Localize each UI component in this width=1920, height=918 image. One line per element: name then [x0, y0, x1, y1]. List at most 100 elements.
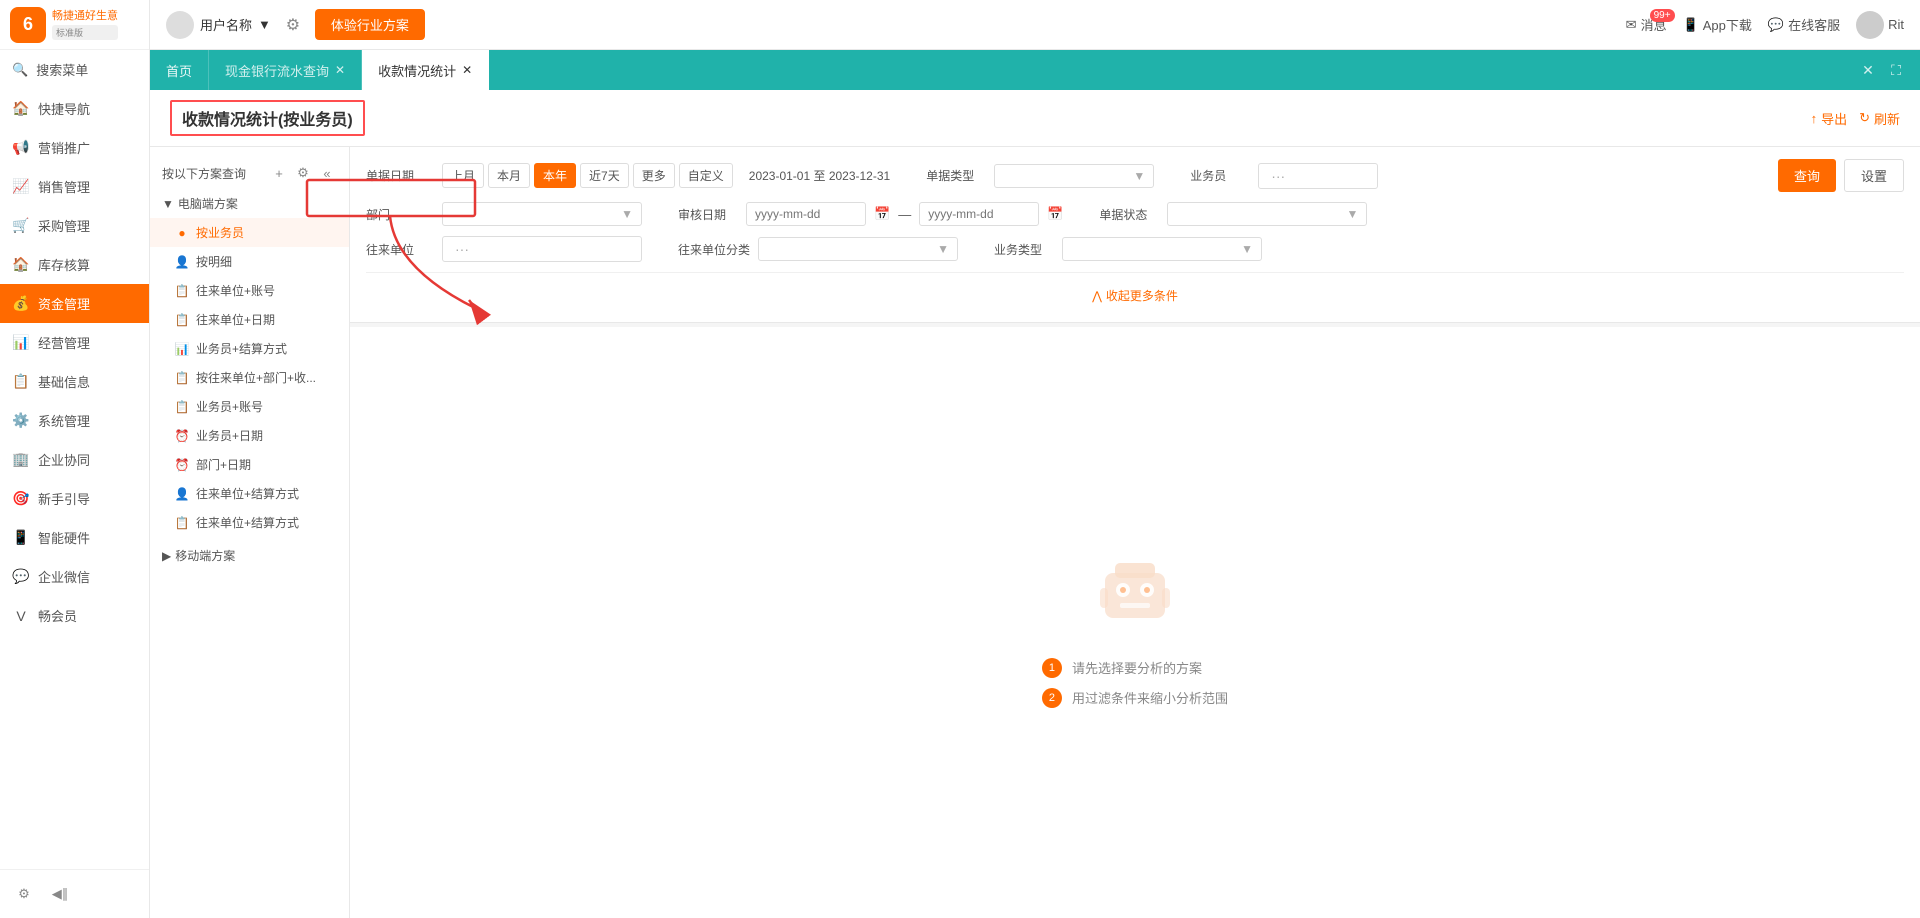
date-range: 2023-01-01 至 2023-12-31 — [749, 167, 890, 184]
collapse-filters-button[interactable]: ⋀ 收起更多条件 — [1086, 281, 1184, 310]
tab-bank[interactable]: 现金银行流水查询 ✕ — [209, 50, 362, 90]
panel-item-salesperson-account[interactable]: 📋 业务员+账号 — [150, 392, 349, 421]
panel-item-dept-date[interactable]: ⏰ 部门+日期 — [150, 450, 349, 479]
sidebar-item-quicknav[interactable]: 🏠 快捷导航 — [0, 89, 149, 128]
biz-type-select[interactable]: ▼ — [1062, 237, 1262, 261]
panel-item-partner-account[interactable]: 📋 往来单位+账号 — [150, 276, 349, 305]
sidebar-item-label: 库存核算 — [38, 255, 90, 274]
sidebar-item-label: 销售管理 — [38, 177, 90, 196]
sidebar-item-guide[interactable]: 🎯 新手引导 — [0, 479, 149, 518]
sidebar-item-system[interactable]: ⚙️ 系统管理 — [0, 401, 149, 440]
app-logo: 6 畅捷通好生意 标准版 — [0, 0, 149, 50]
calendar-start-icon[interactable]: 📅 — [874, 206, 890, 222]
user-display-name: Rit — [1888, 17, 1904, 32]
tabbar: 首页 现金银行流水查询 ✕ 收款情况统计 ✕ ✕ ⛶ — [150, 50, 1920, 90]
user-info[interactable]: 用户名称 ▼ — [166, 11, 271, 39]
gear-icon[interactable]: ⚙ — [279, 11, 307, 39]
tab-home[interactable]: 首页 — [150, 50, 209, 90]
review-date-start-input[interactable] — [746, 202, 866, 226]
panel-item-by-salesperson[interactable]: ● 按业务员 — [150, 218, 349, 247]
message-button[interactable]: ✉ 消息 99+ — [1626, 15, 1667, 34]
salesperson-dots-icon: ··· — [1271, 168, 1285, 184]
sidebar-item-base[interactable]: 📋 基础信息 — [0, 362, 149, 401]
panel-item-by-detail[interactable]: 👤 按明细 — [150, 247, 349, 276]
item-label: 往来单位+结算方式 — [196, 514, 299, 531]
user-avatar — [166, 11, 194, 39]
partner-dept-icon: 📋 — [174, 370, 190, 386]
panel-item-partner-settlement1[interactable]: 👤 往来单位+结算方式 — [150, 479, 349, 508]
filter-row-1: 单据日期 上月 本月 本年 近7天 更多 自定义 2023-01-01 至 20… — [366, 159, 1904, 192]
online-service-button[interactable]: 💬 在线客服 — [1768, 15, 1840, 34]
sidebar-item-marketing[interactable]: 📢 营销推广 — [0, 128, 149, 167]
calendar-end-icon[interactable]: 📅 — [1047, 206, 1063, 222]
sidebar-item-inventory[interactable]: 🏠 库存核算 — [0, 245, 149, 284]
refresh-button[interactable]: ↻ 刷新 — [1859, 109, 1900, 128]
tab-collection[interactable]: 收款情况统计 ✕ — [362, 50, 489, 90]
tab-close-all-button[interactable]: ✕ — [1856, 58, 1880, 82]
collapse-up-icon: ⋀ — [1092, 289, 1102, 303]
settings-bottom-button[interactable]: ⚙ — [10, 880, 38, 908]
trial-button[interactable]: 体验行业方案 — [315, 9, 425, 40]
marketing-icon: 📢 — [12, 139, 30, 157]
sidebar-item-label: 快捷导航 — [38, 99, 90, 118]
page-title: 收款情况统计(按业务员) — [182, 112, 353, 129]
salesperson-select[interactable]: ··· — [1258, 163, 1378, 189]
tab-maximize-button[interactable]: ⛶ — [1884, 58, 1908, 82]
step-2-number: 2 — [1042, 688, 1062, 708]
panel-settings-icon[interactable]: ⚙ — [293, 163, 313, 183]
panel-item-partner-settlement2[interactable]: 📋 往来单位+结算方式 — [150, 508, 349, 537]
date-btn-this-month[interactable]: 本月 — [488, 163, 530, 188]
tab-bank-label: 现金银行流水查询 — [225, 61, 329, 80]
refresh-label: 刷新 — [1874, 109, 1900, 128]
filter-actions: 查询 设置 — [1778, 159, 1904, 192]
search-menu[interactable]: 🔍 搜索菜单 — [0, 50, 149, 89]
date-label: 单据日期 — [366, 167, 426, 184]
dept-select[interactable]: ▼ — [442, 202, 642, 226]
app-download-button[interactable]: 📱 App下载 — [1683, 15, 1752, 34]
topbar-user-avatar — [1856, 11, 1884, 39]
export-button[interactable]: ↑ 导出 — [1811, 109, 1848, 128]
doc-status-select[interactable]: ▼ — [1167, 202, 1367, 226]
logo-text: 畅捷通好生意 — [52, 9, 118, 23]
date-btn-last-month[interactable]: 上月 — [442, 163, 484, 188]
sidebar-item-enterprise[interactable]: 🏢 企业协同 — [0, 440, 149, 479]
tab-collection-close-icon[interactable]: ✕ — [462, 63, 472, 77]
filter-row-3: 往来单位 ··· 往来单位分类 ▼ — [366, 236, 1904, 262]
doc-type-select[interactable]: ▼ — [994, 164, 1154, 188]
panel-item-salesperson-date[interactable]: ⏰ 业务员+日期 — [150, 421, 349, 450]
tab-bank-close-icon[interactable]: ✕ — [335, 63, 345, 77]
date-btn-custom[interactable]: 自定义 — [679, 163, 733, 188]
setting-button[interactable]: 设置 — [1844, 159, 1904, 192]
panel-item-salesperson-settlement[interactable]: 📊 业务员+结算方式 — [150, 334, 349, 363]
review-date-end-input[interactable] — [919, 202, 1039, 226]
partner-select[interactable]: ··· — [442, 236, 642, 262]
panel-section-desktop-title[interactable]: ▼ 电脑端方案 — [150, 189, 349, 218]
partner-category-select[interactable]: ▼ — [758, 237, 958, 261]
sidebar-item-finance[interactable]: 💰 资金管理 — [0, 284, 149, 323]
sidebar-item-label: 智能硬件 — [38, 528, 90, 547]
sidebar-item-member[interactable]: V 畅会员 — [0, 596, 149, 635]
sidebar-item-purchase[interactable]: 🛒 采购管理 — [0, 206, 149, 245]
sidebar-item-sales[interactable]: 📈 销售管理 — [0, 167, 149, 206]
panel-header: 按以下方案查询 + ⚙ « — [150, 157, 349, 189]
biz-type-chevron-icon: ▼ — [1241, 242, 1253, 256]
user-display[interactable]: Rit — [1856, 11, 1904, 39]
panel-item-partner-dept[interactable]: 📋 按往来单位+部门+收... — [150, 363, 349, 392]
panel-add-icon[interactable]: + — [269, 163, 289, 183]
online-service-label: 在线客服 — [1788, 15, 1840, 34]
collapse-sidebar-button[interactable]: ◀∥ — [46, 880, 74, 908]
panel-item-partner-date[interactable]: 📋 往来单位+日期 — [150, 305, 349, 334]
item-label: 按业务员 — [196, 224, 244, 241]
sidebar-item-hardware[interactable]: 📱 智能硬件 — [0, 518, 149, 557]
panel-collapse-icon[interactable]: « — [317, 163, 337, 183]
doc-type-label: 单据类型 — [926, 167, 986, 184]
date-btn-this-year[interactable]: 本年 — [534, 163, 576, 188]
sidebar-item-business[interactable]: 📊 经营管理 — [0, 323, 149, 362]
date-btn-7days[interactable]: 近7天 — [580, 163, 629, 188]
item-label: 往来单位+结算方式 — [196, 485, 299, 502]
query-button[interactable]: 查询 — [1778, 159, 1836, 192]
panel-section-mobile-title[interactable]: ▶ 移动端方案 — [150, 541, 349, 570]
search-icon: 🔍 — [12, 62, 28, 78]
date-btn-more[interactable]: 更多 — [633, 163, 675, 188]
sidebar-item-wechat[interactable]: 💬 企业微信 — [0, 557, 149, 596]
